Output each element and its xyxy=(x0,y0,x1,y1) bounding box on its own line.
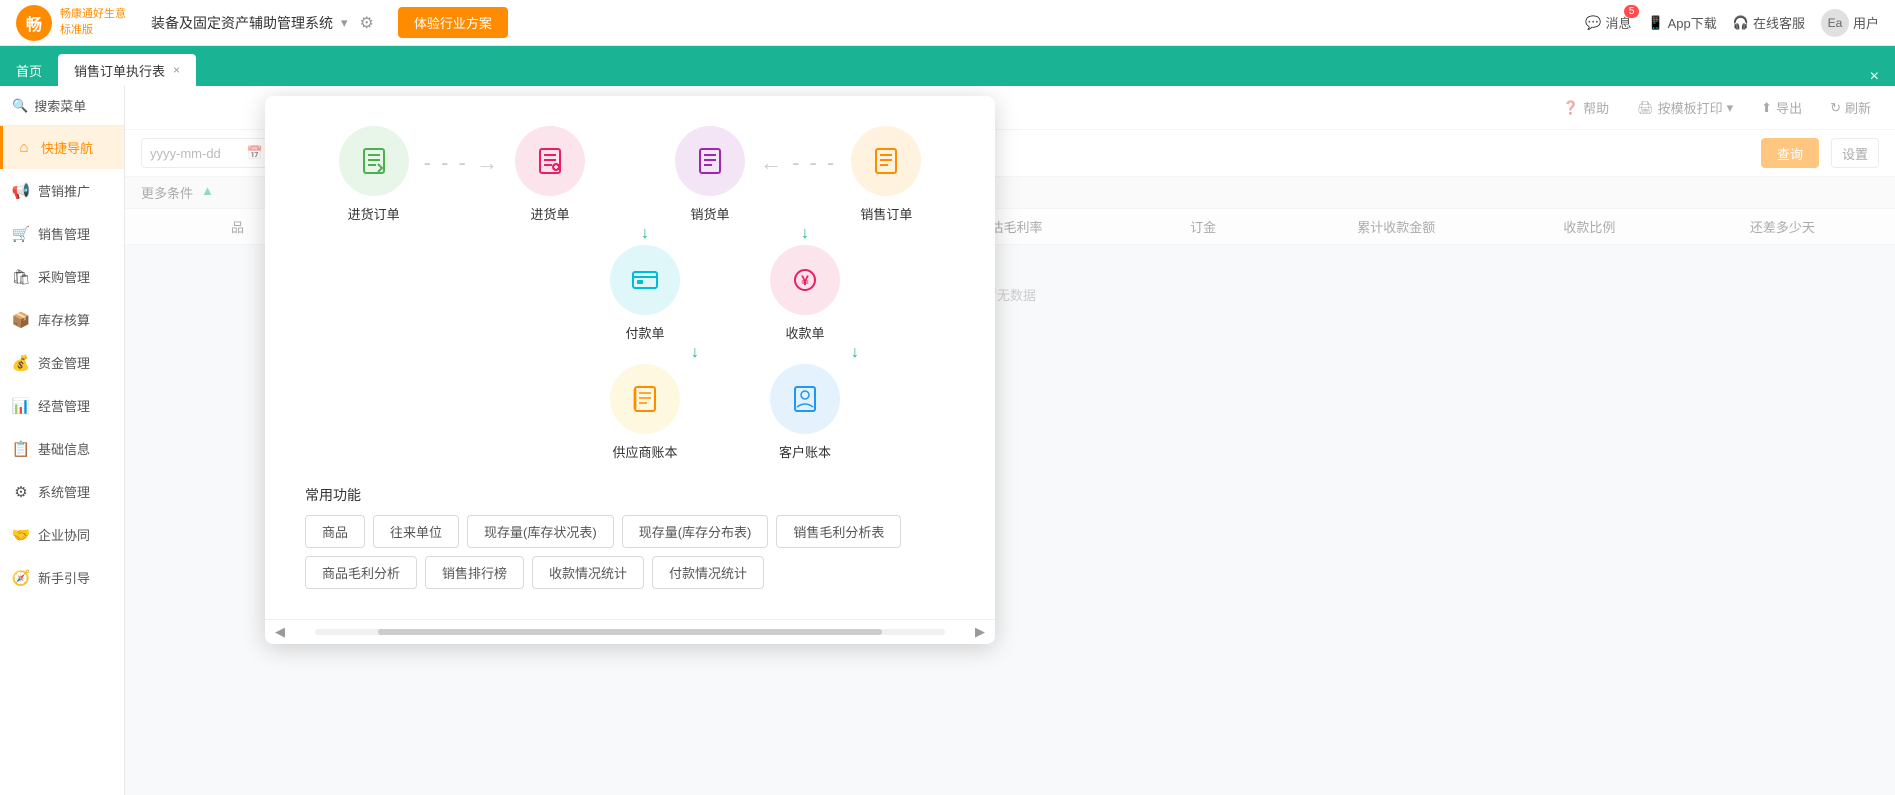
system-icon: ⚙ xyxy=(12,483,30,501)
sidebar-item-system[interactable]: ⚙ 系统管理 xyxy=(0,470,124,513)
user-menu[interactable]: Ea 用户 xyxy=(1821,9,1879,37)
arrow-down-payment: ↓ xyxy=(645,344,745,362)
customer-account-icon xyxy=(770,364,840,434)
arrow-down-purchase: ↓ xyxy=(595,225,695,243)
ops-icon: 📊 xyxy=(12,397,30,415)
sidebar-item-ops[interactable]: 📊 经营管理 xyxy=(0,384,124,427)
modal-scrollbar: ◀ ▶ xyxy=(265,619,995,644)
scroll-left-button[interactable]: ◀ xyxy=(265,624,295,640)
sidebar-item-enterprise[interactable]: 🤝 企业协同 xyxy=(0,513,124,556)
finance-icon: 💰 xyxy=(12,354,30,372)
app-download-button[interactable]: 📱 App下载 xyxy=(1647,13,1716,32)
message-button[interactable]: 💬 消息 5 xyxy=(1585,13,1631,32)
tab-sales-order[interactable]: 销售订单执行表 × xyxy=(58,54,196,86)
online-service-button[interactable]: 🎧 在线客服 xyxy=(1733,13,1805,32)
tab-close-icon[interactable]: × xyxy=(173,63,180,77)
settings-gear-icon[interactable]: ⚙ xyxy=(360,13,374,33)
func-btn-goods[interactable]: 商品 xyxy=(305,515,365,548)
sidebar: 🔍 搜索菜单 ⌂ 快捷导航 📢 营销推广 🛒 销售管理 🛍 采购管理 📦 库存核… xyxy=(0,86,125,795)
system-title: 装备及固定资产辅助管理系统 ▾ ⚙ 体验行业方案 xyxy=(141,7,1585,38)
enterprise-icon: 🤝 xyxy=(12,526,30,544)
dropdown-icon[interactable]: ▾ xyxy=(341,15,348,31)
func-btn-sales-profit[interactable]: 销售毛利分析表 xyxy=(776,515,901,548)
sales-bill-icon xyxy=(675,126,745,196)
flow-item-customer-account[interactable]: 客户账本 xyxy=(755,364,855,461)
sidebar-item-newbie[interactable]: 🧭 新手引导 xyxy=(0,556,124,599)
func-btn-payment-stats[interactable]: 付款情况统计 xyxy=(652,556,764,589)
basic-icon: 📋 xyxy=(12,440,30,458)
inventory-icon: 📦 xyxy=(12,311,30,329)
sales-icon: 🛒 xyxy=(12,225,30,243)
func-btn-inventory-dist[interactable]: 现存量(库存分布表) xyxy=(622,515,769,548)
purchase-icon: 🛍 xyxy=(12,268,30,286)
trial-button[interactable]: 体验行业方案 xyxy=(398,7,508,38)
avatar: Ea xyxy=(1821,9,1849,37)
app-download-icon: 📱 xyxy=(1647,15,1663,31)
logo-text: 畅康通好生意标准版 xyxy=(60,7,126,38)
search-icon: 🔍 xyxy=(12,98,28,114)
payment-icon xyxy=(610,245,680,315)
tabs-bar: 首页 销售订单执行表 × × xyxy=(0,46,1895,86)
func-buttons: 商品 往来单位 现存量(库存状况表) 现存量(库存分布表) 销售毛利分析表 商品… xyxy=(305,515,955,589)
flow-item-payment[interactable]: 付款单 xyxy=(595,245,695,342)
search-menu[interactable]: 🔍 搜索菜单 xyxy=(0,86,124,126)
content-area: ❓ 帮助 🖨 按模板打印 ▾ ⬆ 导出 ↻ 刷新 📅 — xyxy=(125,86,1895,795)
svg-text:¥: ¥ xyxy=(801,272,809,288)
scroll-right-button[interactable]: ▶ xyxy=(965,624,995,640)
tab-home[interactable]: 首页 xyxy=(0,54,58,86)
common-functions-title: 常用功能 xyxy=(305,485,955,505)
purchase-bill-icon xyxy=(515,126,585,196)
modal-overlay: 进货订单 - - - → 进货单 xyxy=(125,86,1895,795)
func-btn-sales-rank[interactable]: 销售排行榜 xyxy=(425,556,524,589)
modal-content: 进货订单 - - - → 进货单 xyxy=(265,96,995,619)
modal-box: 进货订单 - - - → 进货单 xyxy=(265,96,995,644)
headset-icon: 🎧 xyxy=(1733,15,1749,31)
flow-item-supplier-account[interactable]: 供应商账本 xyxy=(595,364,695,461)
supplier-account-icon xyxy=(610,364,680,434)
scrollbar-track xyxy=(315,629,945,635)
func-btn-goods-profit[interactable]: 商品毛利分析 xyxy=(305,556,417,589)
flow-item-sales-bill[interactable]: 销货单 xyxy=(660,126,760,223)
arrow-down-sales: ↓ xyxy=(755,225,855,243)
logo-icon: 畅 xyxy=(16,5,52,41)
func-btn-clients[interactable]: 往来单位 xyxy=(373,515,459,548)
tab-close-main[interactable]: × xyxy=(1870,68,1879,86)
sidebar-item-purchase[interactable]: 🛍 采购管理 xyxy=(0,255,124,298)
home-icon: ⌂ xyxy=(15,139,33,157)
func-btn-inventory-status[interactable]: 现存量(库存状况表) xyxy=(467,515,614,548)
logo-letter: 畅 xyxy=(26,11,42,35)
scrollbar-thumb[interactable] xyxy=(378,629,882,635)
sidebar-item-quick-nav[interactable]: ⌂ 快捷导航 xyxy=(0,126,124,169)
sidebar-item-basic-info[interactable]: 📋 基础信息 xyxy=(0,427,124,470)
top-bar: 畅 畅康通好生意标准版 装备及固定资产辅助管理系统 ▾ ⚙ 体验行业方案 💬 消… xyxy=(0,0,1895,46)
flow-item-purchase-bill[interactable]: 进货单 xyxy=(500,126,600,223)
sales-order-icon xyxy=(851,126,921,196)
newbie-icon: 🧭 xyxy=(12,569,30,587)
flow-item-purchase-order[interactable]: 进货订单 xyxy=(324,126,424,223)
receipt-icon: ¥ xyxy=(770,245,840,315)
sidebar-item-finance[interactable]: 💰 资金管理 xyxy=(0,341,124,384)
purchase-order-icon xyxy=(339,126,409,196)
sidebar-item-sales[interactable]: 🛒 销售管理 xyxy=(0,212,124,255)
flow-item-receipt[interactable]: ¥ 收款单 xyxy=(755,245,855,342)
sidebar-item-marketing[interactable]: 📢 营销推广 xyxy=(0,169,124,212)
common-functions: 常用功能 商品 往来单位 现存量(库存状况表) 现存量(库存分布表) 销售毛利分… xyxy=(305,485,955,589)
message-icon: 💬 xyxy=(1585,15,1601,31)
logo-area: 畅 畅康通好生意标准版 xyxy=(16,5,141,41)
flow-section: 进货订单 - - - → 进货单 xyxy=(305,126,955,461)
marketing-icon: 📢 xyxy=(12,182,30,200)
flow-item-sales-order[interactable]: 销售订单 xyxy=(836,126,936,223)
message-badge: 5 xyxy=(1624,5,1640,18)
main-layout: 🔍 搜索菜单 ⌂ 快捷导航 📢 营销推广 🛒 销售管理 🛍 采购管理 📦 库存核… xyxy=(0,86,1895,795)
system-name: 装备及固定资产辅助管理系统 xyxy=(151,13,333,33)
top-right: 💬 消息 5 📱 App下载 🎧 在线客服 Ea 用户 xyxy=(1585,9,1879,37)
sidebar-item-inventory[interactable]: 📦 库存核算 xyxy=(0,298,124,341)
arrow-down-receipt: ↓ xyxy=(805,344,905,362)
func-btn-receipt-stats[interactable]: 收款情况统计 xyxy=(532,556,644,589)
